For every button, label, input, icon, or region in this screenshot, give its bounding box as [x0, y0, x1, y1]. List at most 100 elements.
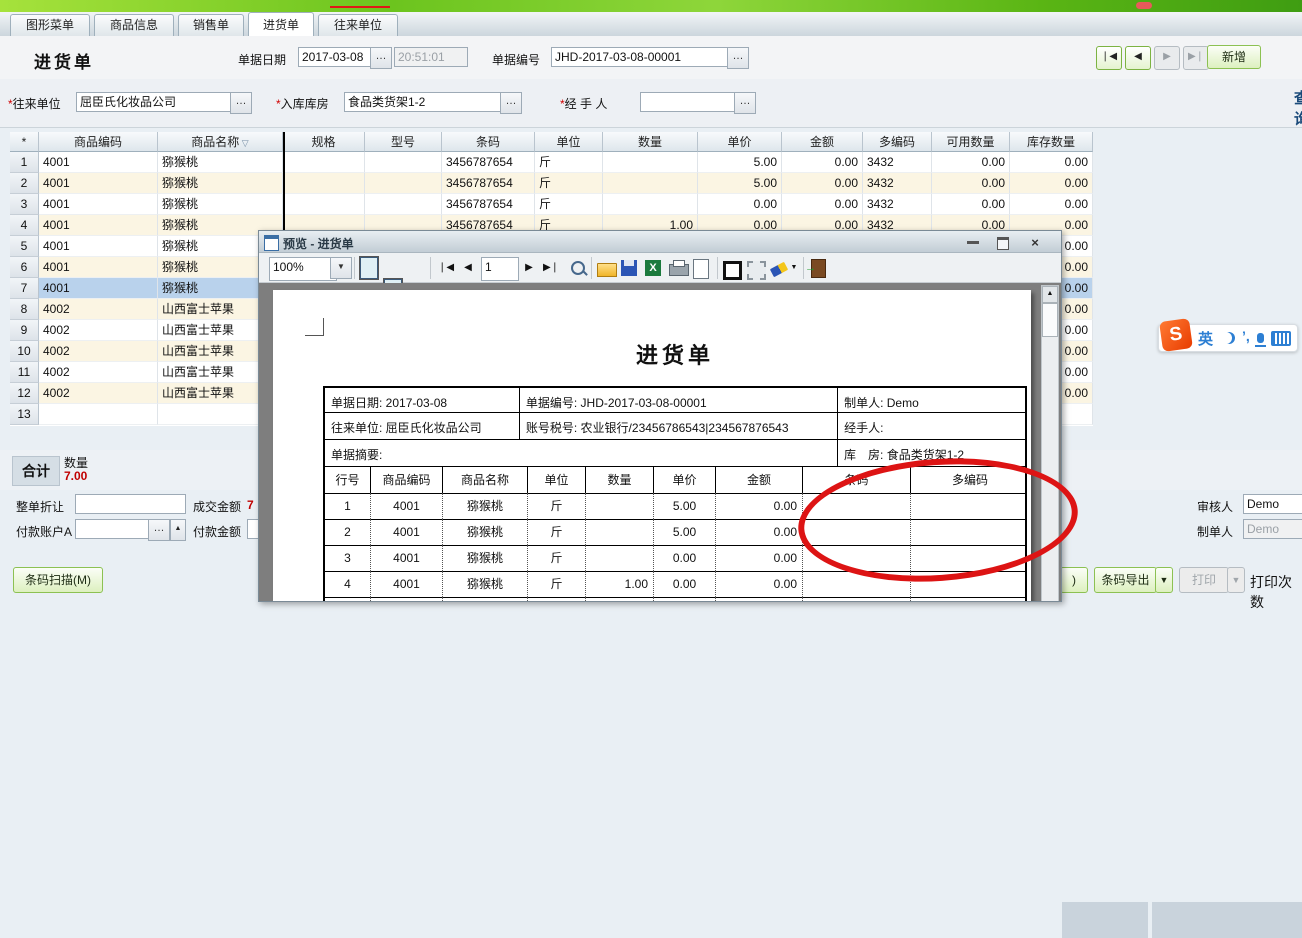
last-record-button[interactable]: ▶❘ — [1183, 46, 1209, 70]
vendor-lookup-button[interactable]: … — [230, 92, 252, 114]
keyboard-icon[interactable] — [1270, 330, 1291, 346]
grid-cell: 4002 — [39, 299, 158, 320]
pay-account-lookup-button[interactable]: … — [148, 519, 170, 541]
tab-purchase-order[interactable]: 进货单 — [248, 12, 314, 37]
zoom-dropdown-icon[interactable]: ▼ — [330, 257, 352, 279]
grid-col-header[interactable]: 数量 — [603, 132, 698, 152]
ime-mode-toggle[interactable]: 英 — [1198, 328, 1213, 349]
preview-td: 2 — [325, 519, 371, 545]
scroll-up-icon[interactable]: ▲ — [1042, 286, 1058, 303]
save-icon[interactable] — [621, 257, 637, 279]
grid-col-header[interactable]: 单价 — [698, 132, 782, 152]
grid-col-header[interactable]: 金额 — [782, 132, 863, 152]
preview-td: 猕猴桃 — [443, 519, 528, 545]
preview-td: 4001 — [371, 597, 443, 601]
pen-dropdown-icon[interactable]: ▼ — [789, 257, 799, 279]
new-button[interactable]: 新增 — [1207, 45, 1261, 69]
export-excel-icon[interactable]: X — [645, 257, 661, 279]
print-icon[interactable] — [669, 257, 689, 279]
dashed-rect-icon[interactable] — [747, 257, 766, 280]
tab-product-info[interactable]: 商品信息 — [94, 14, 174, 36]
date-picker-button[interactable]: … — [370, 47, 392, 69]
grid-col-header[interactable]: 可用数量 — [932, 132, 1010, 152]
grid-cell: 5.00 — [698, 152, 782, 173]
handler-input[interactable] — [640, 92, 738, 112]
vendor-input[interactable]: 屈臣氏化妆品公司 — [76, 92, 234, 112]
open-icon[interactable] — [597, 257, 617, 279]
grid-col-header[interactable]: 型号 — [365, 132, 442, 152]
grid-col-header[interactable]: 规格 — [283, 132, 365, 152]
grid-col-header[interactable]: 多编码 — [863, 132, 932, 152]
pay-account-input[interactable] — [75, 519, 153, 539]
edge-vertical-link[interactable]: 查询 — [1294, 88, 1302, 132]
preview-td: 3 — [325, 545, 371, 571]
clipped-button[interactable]: ) — [1060, 567, 1088, 593]
grid-row[interactable]: 2 4001 猕猴桃 3456787654 斤 5.00 0.00 3432 0.00 0.00 — [10, 173, 1093, 194]
docno-input[interactable]: JHD-2017-03-08-00001 — [551, 47, 731, 67]
next-page-button[interactable]: ▶ — [519, 257, 539, 279]
barcode-scan-button[interactable]: 条码扫描(M) — [13, 567, 103, 593]
dialog-title: 预览 - 进货单 — [283, 237, 354, 251]
zoom-select[interactable]: 100% — [269, 257, 337, 281]
grid-col-header[interactable]: 条码 — [442, 132, 535, 152]
auditor-input[interactable]: Demo — [1243, 494, 1302, 514]
exit-icon[interactable] — [805, 257, 826, 279]
grid-cell — [39, 404, 158, 425]
grid-cell — [603, 152, 698, 173]
print-dropdown[interactable]: ▼ — [1227, 567, 1245, 593]
first-page-button[interactable]: ❘◀ — [436, 257, 456, 279]
handler-label: *经 手 人 — [560, 97, 608, 111]
grid-row[interactable]: 1 4001 猕猴桃 3456787654 斤 5.00 0.00 3432 0.00 0.00 — [10, 152, 1093, 173]
handler-lookup-button[interactable]: … — [734, 92, 756, 114]
ime-logo[interactable]: S — [1159, 318, 1193, 352]
solid-rect-icon[interactable] — [723, 257, 742, 280]
docno-lookup-button[interactable]: … — [727, 47, 749, 69]
discount-input[interactable] — [75, 494, 186, 514]
prev-record-button[interactable]: ◀ — [1125, 46, 1151, 70]
preview-td: 5.00 — [654, 493, 716, 519]
grid-cell: 0.00 — [932, 173, 1010, 194]
grid-col-header[interactable]: 单位 — [535, 132, 603, 152]
moon-icon[interactable] — [1220, 332, 1232, 344]
grid-col-header[interactable]: 库存数量 — [1010, 132, 1093, 152]
pay-account-up-button[interactable]: ▲ — [170, 519, 186, 541]
prev-page-button[interactable]: ◀ — [458, 257, 478, 279]
tab-partners[interactable]: 往来单位 — [318, 14, 398, 36]
info-cell: 制单人: Demo — [844, 396, 919, 410]
warehouse-input[interactable]: 食品类货架1-2 — [344, 92, 504, 112]
grid-cell: 0.00 — [1010, 173, 1093, 194]
barcode-export-button[interactable]: 条码导出 — [1094, 567, 1157, 593]
last-page-button[interactable]: ▶❘ — [541, 257, 561, 279]
first-record-button[interactable]: ❘◀ — [1096, 46, 1122, 70]
grid-col-header[interactable]: * — [10, 132, 39, 152]
grid-row[interactable]: 3 4001 猕猴桃 3456787654 斤 0.00 0.00 3432 0.00 0.00 — [10, 194, 1093, 215]
tab-sales-order[interactable]: 销售单 — [178, 14, 244, 36]
grid-cell — [283, 152, 365, 173]
minimize-button[interactable] — [963, 236, 983, 249]
filter-icon[interactable]: ▽ — [239, 138, 249, 148]
prev-icon: ◀ — [1134, 51, 1142, 62]
preview-info-row: 往来单位: 屈臣氏化妆品公司 账号税号: 农业银行/23456786543|23… — [323, 413, 1027, 440]
barcode-export-dropdown[interactable]: ▼ — [1155, 567, 1173, 593]
grid-col-header[interactable]: 商品名称 ▽ — [158, 132, 283, 152]
info-cell: 账号税号: 农业银行/23456786543|234567876543 — [520, 413, 839, 439]
whole-page-icon[interactable] — [359, 256, 379, 280]
blank-page-icon[interactable] — [693, 257, 709, 279]
scroll-thumb[interactable] — [1042, 303, 1058, 337]
zoom-icon[interactable] — [571, 261, 585, 283]
preview-th: 行号 — [325, 467, 371, 493]
date-input[interactable]: 2017-03-08 — [298, 47, 374, 67]
restore-button[interactable] — [993, 236, 1013, 250]
grid-col-header[interactable]: 商品编码 — [39, 132, 158, 152]
tab-graphic-menu[interactable]: 图形菜单 — [10, 14, 90, 36]
microphone-icon[interactable] — [1254, 333, 1266, 347]
dialog-titlebar[interactable]: 预览 - 进货单 × — [259, 231, 1061, 253]
highlight-pen-icon[interactable] — [769, 257, 789, 279]
next-record-button[interactable]: ▶ — [1154, 46, 1180, 70]
warehouse-lookup-button[interactable]: … — [500, 92, 522, 114]
preview-td: 5 — [325, 597, 371, 601]
print-button[interactable]: 打印 — [1179, 567, 1229, 593]
punctuation-icon[interactable]: ’, — [1242, 328, 1250, 344]
close-button[interactable]: × — [1025, 236, 1045, 249]
page-number-input[interactable]: 1 — [481, 257, 519, 281]
